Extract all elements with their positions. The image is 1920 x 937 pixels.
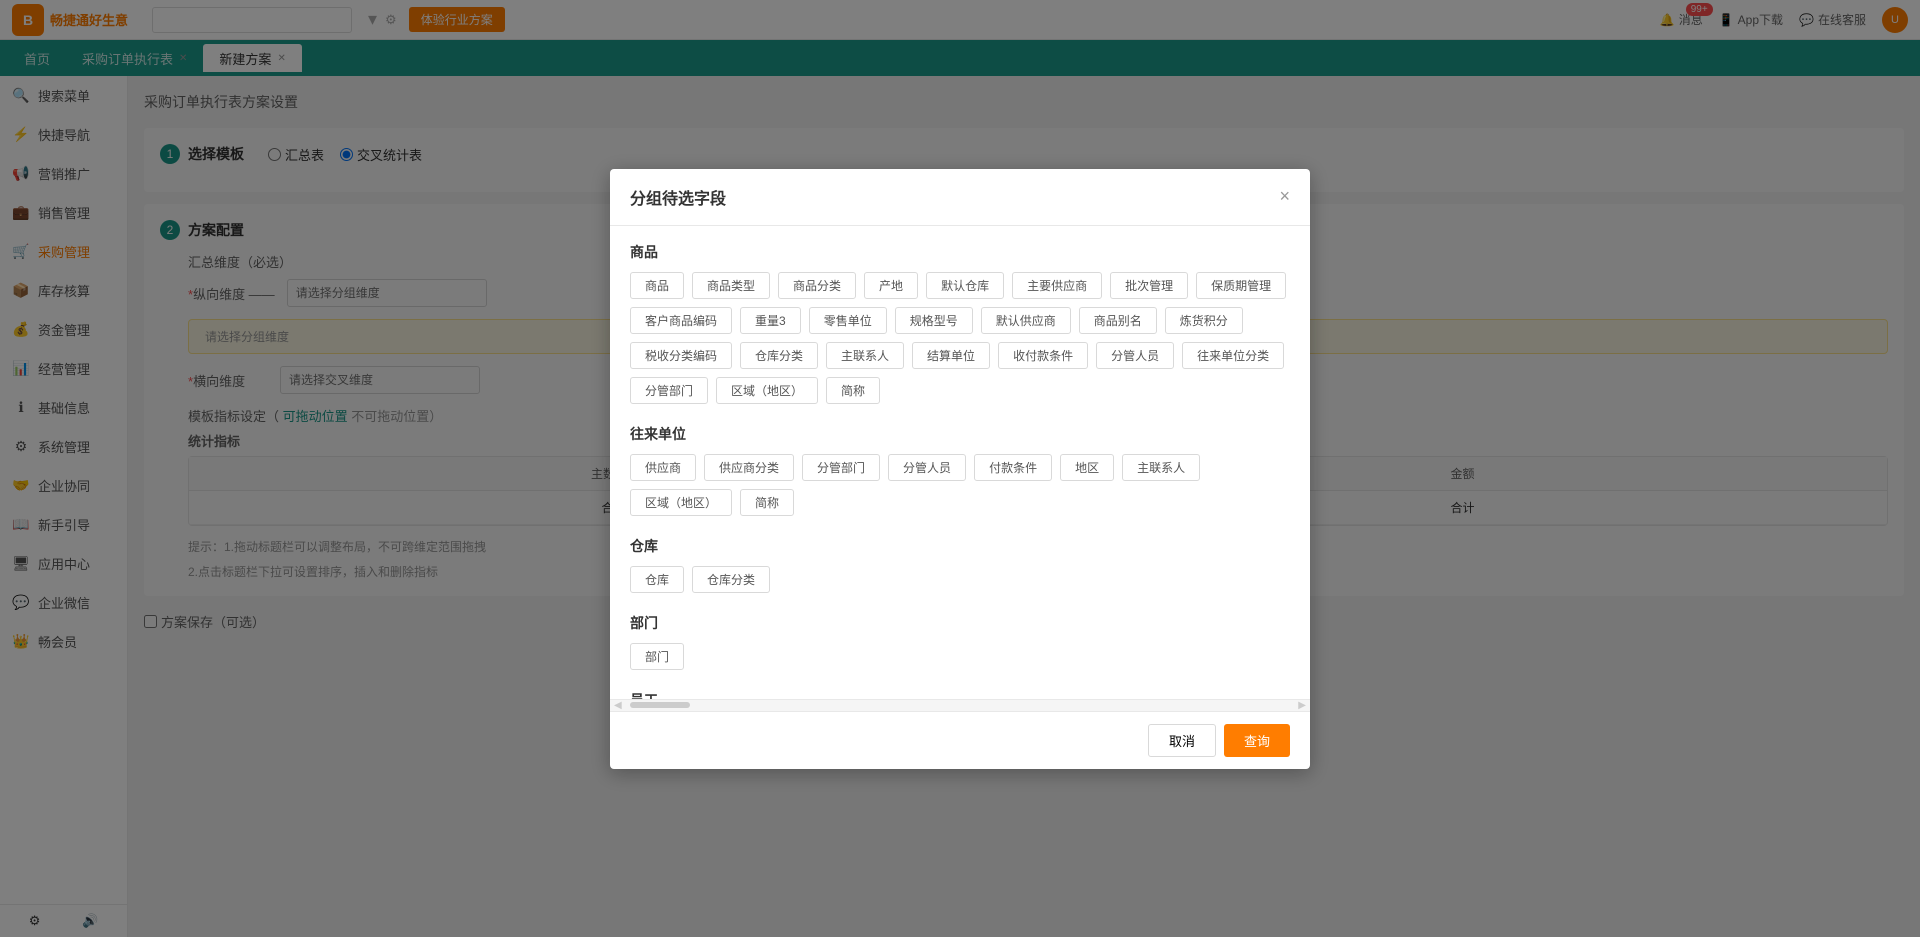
field-section-title: 员工 bbox=[630, 690, 1290, 699]
field-tag[interactable]: 结算单位 bbox=[912, 342, 990, 369]
field-tags-商品: 商品商品类型商品分类产地默认仓库主要供应商批次管理保质期管理客户商品编码重量3 零… bbox=[630, 272, 1290, 404]
field-tag[interactable]: 付款条件 bbox=[974, 454, 1052, 481]
field-tags-仓库: 仓库仓库分类 bbox=[630, 566, 1290, 593]
field-tag[interactable]: 主联系人 bbox=[1122, 454, 1200, 481]
field-tag[interactable]: 简称 bbox=[740, 489, 794, 516]
field-tag[interactable]: 简称 bbox=[826, 377, 880, 404]
field-tag[interactable]: 主要供应商 bbox=[1012, 272, 1102, 299]
modal-confirm-btn[interactable]: 查询 bbox=[1224, 724, 1290, 757]
modal-footer: 取消 查询 bbox=[610, 711, 1310, 769]
field-tag[interactable]: 仓库分类 bbox=[692, 566, 770, 593]
field-section-员工: 员工业务员 bbox=[630, 690, 1290, 699]
field-tags-部门: 部门 bbox=[630, 643, 1290, 670]
hscroll-bar[interactable] bbox=[630, 702, 690, 708]
field-section-往来单位: 往来单位供应商供应商分类分管部门分管人员付款条件地区主联系人区域（地区） 简称 bbox=[630, 424, 1290, 516]
modal-hscroll[interactable]: ◀ ▶ bbox=[610, 699, 1310, 711]
field-tag[interactable]: 税收分类编码 bbox=[630, 342, 732, 369]
field-tag[interactable]: 分管人员 bbox=[888, 454, 966, 481]
modal-overlay: 分组待选字段 × 商品商品商品类型商品分类产地默认仓库主要供应商批次管理保质期管… bbox=[0, 0, 1920, 937]
field-tag[interactable]: 供应商分类 bbox=[704, 454, 794, 481]
field-tag[interactable]: 分管人员 bbox=[1096, 342, 1174, 369]
field-tag[interactable]: 分管部门 bbox=[802, 454, 880, 481]
field-tag[interactable]: 往来单位分类 bbox=[1182, 342, 1284, 369]
field-select-modal: 分组待选字段 × 商品商品商品类型商品分类产地默认仓库主要供应商批次管理保质期管… bbox=[610, 169, 1310, 769]
field-tag[interactable]: 产地 bbox=[864, 272, 918, 299]
field-section-title: 仓库 bbox=[630, 536, 1290, 556]
field-tag[interactable]: 地区 bbox=[1060, 454, 1114, 481]
field-tag[interactable]: 分管部门 bbox=[630, 377, 708, 404]
field-tag[interactable]: 规格型号 bbox=[895, 307, 973, 334]
field-tag[interactable]: 仓库分类 bbox=[740, 342, 818, 369]
modal-title: 分组待选字段 bbox=[630, 185, 726, 209]
field-tag[interactable]: 商品 bbox=[630, 272, 684, 299]
field-section-仓库: 仓库仓库仓库分类 bbox=[630, 536, 1290, 593]
modal-body: 商品商品商品类型商品分类产地默认仓库主要供应商批次管理保质期管理客户商品编码重量… bbox=[610, 226, 1310, 699]
field-section-部门: 部门部门 bbox=[630, 613, 1290, 670]
field-tags-往来单位: 供应商供应商分类分管部门分管人员付款条件地区主联系人区域（地区） 简称 bbox=[630, 454, 1290, 516]
field-section-title: 往来单位 bbox=[630, 424, 1290, 444]
field-tag[interactable]: 商品分类 bbox=[778, 272, 856, 299]
field-tag[interactable]: 批次管理 bbox=[1110, 272, 1188, 299]
field-tag[interactable]: 部门 bbox=[630, 643, 684, 670]
field-section-title: 商品 bbox=[630, 242, 1290, 262]
field-tag[interactable]: 重量3 bbox=[740, 307, 801, 334]
field-tag[interactable]: 供应商 bbox=[630, 454, 696, 481]
field-tag[interactable]: 默认仓库 bbox=[926, 272, 1004, 299]
field-section-title: 部门 bbox=[630, 613, 1290, 633]
field-tag[interactable]: 区域（地区） bbox=[716, 377, 818, 404]
modal-cancel-btn[interactable]: 取消 bbox=[1148, 724, 1216, 757]
field-tag[interactable]: 炼货积分 bbox=[1165, 307, 1243, 334]
field-tag[interactable]: 客户商品编码 bbox=[630, 307, 732, 334]
field-tag[interactable]: 保质期管理 bbox=[1196, 272, 1286, 299]
field-tag[interactable]: 收付款条件 bbox=[998, 342, 1088, 369]
field-tag[interactable]: 默认供应商 bbox=[981, 307, 1071, 334]
field-tag[interactable]: 零售单位 bbox=[809, 307, 887, 334]
field-tag[interactable]: 商品类型 bbox=[692, 272, 770, 299]
field-tag[interactable]: 主联系人 bbox=[826, 342, 904, 369]
modal-close-btn[interactable]: × bbox=[1279, 186, 1290, 207]
field-section-商品: 商品商品商品类型商品分类产地默认仓库主要供应商批次管理保质期管理客户商品编码重量… bbox=[630, 242, 1290, 404]
field-tag[interactable]: 商品别名 bbox=[1079, 307, 1157, 334]
field-tag[interactable]: 区域（地区） bbox=[630, 489, 732, 516]
modal-header: 分组待选字段 × bbox=[610, 169, 1310, 226]
field-tag[interactable]: 仓库 bbox=[630, 566, 684, 593]
